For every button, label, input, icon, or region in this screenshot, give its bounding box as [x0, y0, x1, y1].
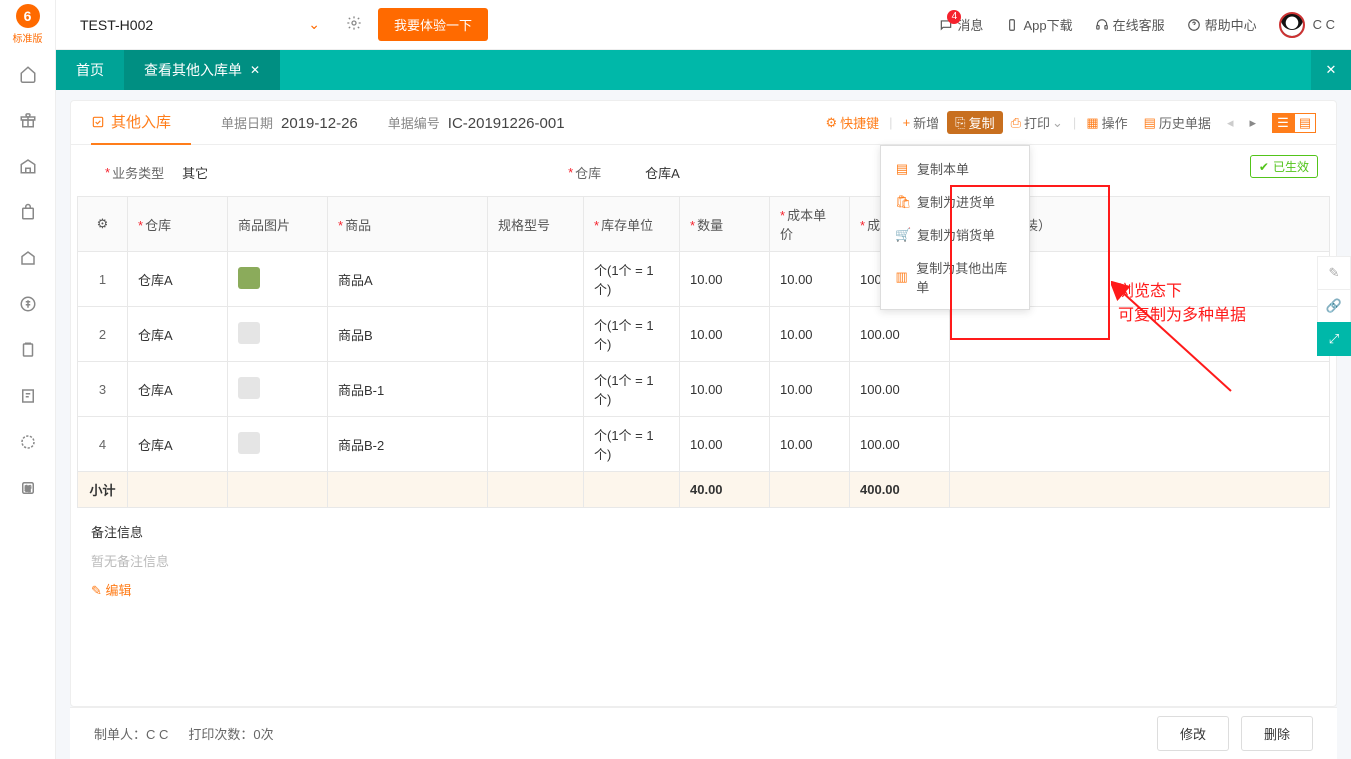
- nav-clipboard-icon[interactable]: [0, 330, 56, 370]
- help-center-link[interactable]: 帮助中心: [1187, 15, 1257, 34]
- chevron-down-icon: ⌄: [308, 16, 320, 33]
- table-row[interactable]: 3仓库A商品B-1个(1个 = 1个)10.0010.00100.00: [78, 362, 1330, 417]
- warehouse-field: *仓库仓库A: [568, 163, 680, 182]
- shortcut-button[interactable]: ⚙快捷键: [818, 113, 888, 132]
- view-list-button[interactable]: ☰: [1272, 113, 1294, 133]
- gear-icon: ⚙: [826, 115, 838, 131]
- history-button[interactable]: ▤历史单据: [1136, 113, 1219, 132]
- bill-date: 单据日期2019-12-26: [221, 113, 358, 132]
- nav-new-icon[interactable]: 新: [0, 468, 56, 508]
- edit-remarks-link[interactable]: ✎ 编辑: [91, 580, 1316, 599]
- message-icon: 4: [939, 18, 953, 32]
- table-header-row: ⚙ *仓库 商品图片 *商品 规格型号 *库存单位 *数量 *成本单价 *成本金…: [78, 197, 1330, 252]
- copy-to-purchase-item[interactable]: 🛍复制为进货单: [881, 185, 1029, 218]
- nav-money-icon[interactable]: [0, 284, 56, 324]
- product-thumbnail: [238, 432, 260, 454]
- col-settings-icon[interactable]: ⚙: [78, 197, 128, 252]
- messages-link[interactable]: 4 消息: [939, 15, 983, 34]
- product-thumbnail: [238, 267, 260, 289]
- user-menu[interactable]: C C: [1279, 12, 1335, 38]
- doc-type-tab: 其他入库: [91, 101, 191, 145]
- user-avatar: [1279, 12, 1305, 38]
- biz-type-field: *业务类型其它: [105, 163, 208, 182]
- modify-button[interactable]: 修改: [1157, 716, 1229, 751]
- copy-icon: ⎘: [955, 115, 965, 131]
- nav-bag-icon[interactable]: [0, 192, 56, 232]
- history-icon: ▤: [1144, 115, 1156, 131]
- cart-icon: 🛒: [895, 227, 909, 243]
- tab-close-icon[interactable]: ✕: [250, 63, 260, 77]
- page-footer: 制单人：C C 打印次数：0次 修改 删除: [70, 707, 1337, 759]
- copy-dropdown: ▤复制本单 🛍复制为进货单 🛒复制为销货单 ▥复制为其他出库单: [880, 145, 1030, 310]
- nav-home-icon[interactable]: [0, 54, 56, 94]
- add-button[interactable]: +新增: [895, 113, 948, 132]
- product-thumbnail: [238, 377, 260, 399]
- remarks-empty: 暂无备注信息: [91, 551, 1316, 570]
- phone-icon: [1005, 18, 1019, 32]
- nav-warehouse-icon[interactable]: [0, 146, 56, 186]
- delete-button[interactable]: 删除: [1241, 716, 1313, 751]
- document-card: 其他入库 单据日期2019-12-26 单据编号IC-20191226-001 …: [70, 100, 1337, 707]
- doc-out-icon: ▥: [895, 269, 908, 285]
- bill-number: 单据编号IC-20191226-001: [388, 113, 565, 132]
- edit-icon: ✎: [91, 583, 106, 598]
- headset-icon: [1095, 18, 1109, 32]
- copy-this-item[interactable]: ▤复制本单: [881, 152, 1029, 185]
- print-button[interactable]: ⎙打印⌄: [1003, 113, 1071, 132]
- check-icon: ✔: [1259, 160, 1269, 174]
- creator-info: 制单人：C C: [94, 724, 168, 743]
- copy-to-other-out-item[interactable]: ▥复制为其他出库单: [881, 251, 1029, 303]
- page-tabs: 首页 查看其他入库单 ✕ ✕: [56, 50, 1351, 90]
- nav-house-icon[interactable]: [0, 238, 56, 278]
- table-row[interactable]: 4仓库A商品B-2个(1个 = 1个)10.0010.00100.00: [78, 417, 1330, 472]
- bag-icon: 🛍: [895, 194, 909, 210]
- tabs-close-all[interactable]: ✕: [1311, 50, 1351, 90]
- view-grid-button[interactable]: ▤: [1294, 113, 1316, 133]
- right-toolbar: ✎ 🔗 ⤢: [1317, 256, 1351, 355]
- items-table: ⚙ *仓库 商品图片 *商品 规格型号 *库存单位 *数量 *成本单价 *成本金…: [77, 196, 1330, 508]
- product-thumbnail: [238, 322, 260, 344]
- nav-prev-button[interactable]: ◂: [1219, 115, 1242, 131]
- rb-expand-icon[interactable]: ⤢: [1317, 322, 1351, 356]
- messages-badge: 4: [947, 10, 961, 24]
- try-experience-button[interactable]: 我要体验一下: [378, 8, 488, 41]
- annotation-text: 浏览态下 可复制为多种单据: [1118, 280, 1246, 328]
- nav-report-icon[interactable]: [0, 376, 56, 416]
- tab-home[interactable]: 首页: [56, 50, 124, 90]
- print-icon: ⎙: [1011, 115, 1021, 131]
- nav-sync-icon[interactable]: [0, 422, 56, 462]
- org-selector[interactable]: TEST-H002 ⌄: [80, 16, 330, 33]
- inventory-in-icon: [91, 115, 105, 129]
- copy-button[interactable]: ⎘复制: [947, 111, 1002, 134]
- help-icon: [1187, 18, 1201, 32]
- plus-icon: +: [903, 115, 911, 130]
- operate-button[interactable]: ▦操作: [1078, 113, 1135, 132]
- left-sidebar: 6 标准版 新: [0, 0, 56, 759]
- tab-current[interactable]: 查看其他入库单 ✕: [124, 50, 280, 90]
- rb-note-icon[interactable]: ✎: [1317, 256, 1351, 290]
- settings-gear-icon[interactable]: [346, 15, 362, 34]
- doc-icon: ▤: [895, 161, 909, 177]
- copy-to-sales-item[interactable]: 🛒复制为销货单: [881, 218, 1029, 251]
- chevron-down-icon: ⌄: [1052, 115, 1063, 131]
- top-bar: TEST-H002 ⌄ 我要体验一下 4 消息 App下载 在线客: [56, 0, 1351, 50]
- remarks-title: 备注信息: [91, 522, 1316, 541]
- subtotal-row: 小计 40.00 400.00: [78, 472, 1330, 508]
- online-support-link[interactable]: 在线客服: [1095, 15, 1165, 34]
- rb-link-icon[interactable]: 🔗: [1317, 289, 1351, 323]
- print-count-info: 打印次数：0次: [188, 724, 273, 743]
- nav-gift-icon[interactable]: [0, 100, 56, 140]
- nav-next-button[interactable]: ▸: [1241, 115, 1264, 131]
- grid-icon: ▦: [1086, 115, 1098, 131]
- svg-text:新: 新: [25, 485, 31, 493]
- app-download-link[interactable]: App下载: [1005, 15, 1072, 34]
- status-badge: ✔已生效: [1250, 155, 1318, 178]
- app-logo[interactable]: 6 标准版: [0, 0, 56, 48]
